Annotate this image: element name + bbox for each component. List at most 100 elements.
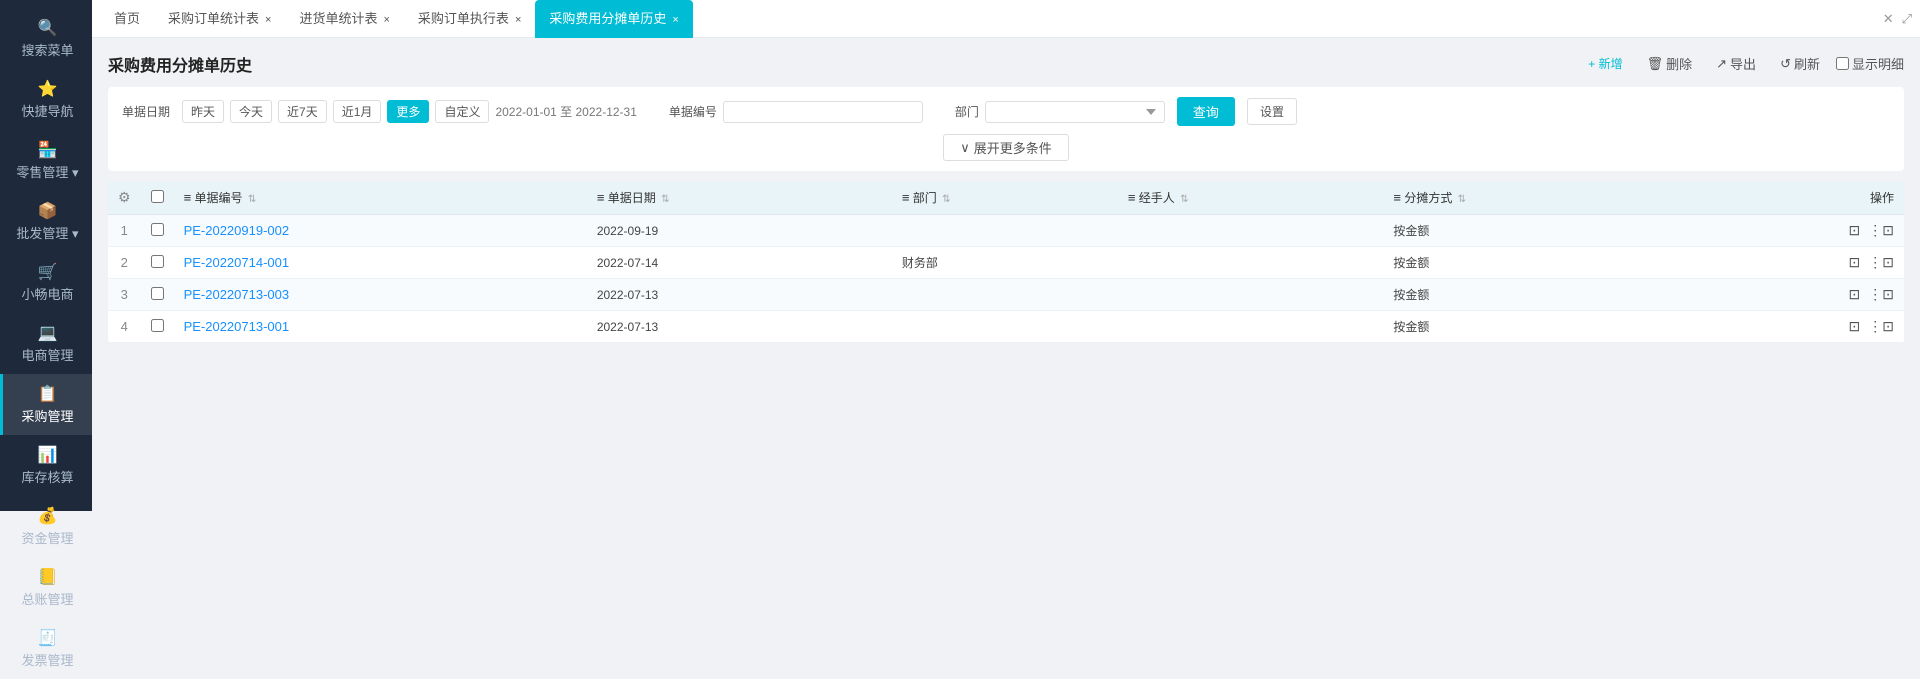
query-button[interactable]: 查询 xyxy=(1177,97,1235,126)
bill-date-1: 2022-07-14 xyxy=(587,247,892,279)
gear-icon[interactable]: ⚙ xyxy=(118,189,131,205)
quick-date-yesterday[interactable]: 昨天 xyxy=(182,100,224,123)
show-cols-toggle[interactable]: 显示明细 xyxy=(1836,54,1904,73)
quick-date-last7[interactable]: 近7天 xyxy=(278,100,327,123)
row-checkbox-0[interactable] xyxy=(151,223,164,236)
split-method-3: 按金额 xyxy=(1383,311,1688,343)
sort-bill-no-icon: ⇅ xyxy=(248,194,256,205)
table-header: ⚙ ≡ 单据编号 ⇅ ≡ 单据日期 ⇅ xyxy=(108,181,1904,215)
row-checkbox-1[interactable] xyxy=(151,255,164,268)
header-row: ⚙ ≡ 单据编号 ⇅ ≡ 单据日期 ⇅ xyxy=(108,181,1904,215)
tab-purchase-fee-history[interactable]: 采购费用分摊单历史 × xyxy=(535,0,692,38)
export-icon: ↗ xyxy=(1716,56,1727,72)
show-cols-checkbox[interactable] xyxy=(1836,57,1849,70)
delete-icon: 🗑 xyxy=(1647,56,1664,72)
table-row: 1 PE-20220919-002 2022-09-19 按金额 ⊡ ⋮⊡ xyxy=(108,215,1904,247)
quick-date-more[interactable]: 更多 xyxy=(387,100,429,123)
purchase-icon: 📋 xyxy=(7,384,88,404)
sidebar-item-ecommerce[interactable]: 💻电商管理 xyxy=(0,313,92,374)
split-method-2: 按金额 xyxy=(1383,279,1688,311)
handler-3 xyxy=(1118,311,1384,343)
view-icon-2[interactable]: ⊡ xyxy=(1849,286,1861,303)
table-body: 1 PE-20220919-002 2022-09-19 按金额 ⊡ ⋮⊡ 2 xyxy=(108,215,1904,343)
data-table-wrapper: ⚙ ≡ 单据编号 ⇅ ≡ 单据日期 ⇅ xyxy=(108,181,1904,343)
more-icon-1[interactable]: ⋮⊡ xyxy=(1868,254,1894,271)
data-table: ⚙ ≡ 单据编号 ⇅ ≡ 单据日期 ⇅ xyxy=(108,181,1904,343)
sidebar-item-ledger[interactable]: 📒总账管理 xyxy=(0,557,92,618)
row-num-2: 3 xyxy=(108,279,141,311)
action-icons-3: ⊡ ⋮⊡ xyxy=(1698,318,1894,335)
tab-purchase-summary[interactable]: 采购订单统计表× xyxy=(154,0,285,38)
view-icon-1[interactable]: ⊡ xyxy=(1849,254,1861,271)
tab-close-purchase-exec[interactable]: × xyxy=(515,14,521,26)
sidebar-item-quick-nav[interactable]: ⭐快捷导航 xyxy=(0,69,92,130)
col-bill-date: ≡ 单据日期 ⇅ xyxy=(587,181,892,215)
tab-close-all-icon[interactable]: ✕ xyxy=(1883,11,1894,27)
sidebar-item-finance[interactable]: 💰资金管理 xyxy=(0,496,92,557)
col-action: 操作 xyxy=(1688,181,1904,215)
tab-label-purchase-fee-history: 采购费用分摊单历史 xyxy=(549,11,666,26)
sidebar-item-retail[interactable]: 🏪零售管理 ▾ xyxy=(0,130,92,191)
ecommerce-icon: 💻 xyxy=(7,323,88,343)
row-checkbox-3[interactable] xyxy=(151,319,164,332)
sidebar: 🔍搜索菜单⭐快捷导航🏪零售管理 ▾📦批发管理 ▾🛒小畅电商💻电商管理📋采购管理📊… xyxy=(0,0,92,511)
view-icon-0[interactable]: ⊡ xyxy=(1849,222,1861,239)
row-num-1: 2 xyxy=(108,247,141,279)
refresh-button[interactable]: ↺ 刷新 xyxy=(1772,50,1828,77)
tab-close-inbound-summary[interactable]: × xyxy=(383,14,389,26)
bill-date-2: 2022-07-13 xyxy=(587,279,892,311)
dept-1: 财务部 xyxy=(892,247,1118,279)
select-all-checkbox[interactable] xyxy=(151,190,164,203)
sidebar-item-inventory[interactable]: 📊库存核算 xyxy=(0,435,92,496)
export-button[interactable]: ↗ 导出 xyxy=(1708,50,1764,77)
sidebar-item-mini-shop[interactable]: 🛒小畅电商 xyxy=(0,252,92,313)
sort-bill-date-icon: ⇅ xyxy=(661,194,669,205)
bill-no-link-3[interactable]: PE-20220713-001 xyxy=(184,319,290,334)
more-icon-0[interactable]: ⋮⊡ xyxy=(1868,222,1894,239)
tab-close-purchase-summary[interactable]: × xyxy=(265,14,271,26)
tab-purchase-exec[interactable]: 采购订单执行表 × xyxy=(404,0,535,38)
col-handler: ≡ 经手人 ⇅ xyxy=(1118,181,1384,215)
view-icon-3[interactable]: ⊡ xyxy=(1849,318,1861,335)
expand-more-button[interactable]: ∨ 展开更多条件 xyxy=(943,134,1069,161)
dept-label: 部门 xyxy=(955,103,979,120)
action-icons-1: ⊡ ⋮⊡ xyxy=(1698,254,1894,271)
tab-expand-icon[interactable]: ⤢ xyxy=(1902,11,1912,27)
quick-date-today[interactable]: 今天 xyxy=(230,100,272,123)
more-icon-3[interactable]: ⋮⊡ xyxy=(1868,318,1894,335)
quick-nav-icon: ⭐ xyxy=(7,79,88,99)
bill-no-input[interactable] xyxy=(723,101,923,123)
retail-icon: 🏪 xyxy=(7,140,88,160)
sidebar-item-invoice[interactable]: 🧾发票管理 xyxy=(0,618,92,679)
split-method-0: 按金额 xyxy=(1383,215,1688,247)
tab-home[interactable]: 首页 xyxy=(100,0,154,38)
quick-date-last1m[interactable]: 近1月 xyxy=(333,100,382,123)
bill-no-link-0[interactable]: PE-20220919-002 xyxy=(184,223,290,238)
sidebar-item-search[interactable]: 🔍搜索菜单 xyxy=(0,8,92,69)
tab-label-purchase-exec: 采购订单执行表 xyxy=(418,11,509,26)
expand-more-row: ∨ 展开更多条件 xyxy=(122,134,1890,161)
bill-no-group: 单据编号 xyxy=(669,101,923,123)
sort-dept-icon: ⇅ xyxy=(942,194,950,205)
settings-button[interactable]: 设置 xyxy=(1247,98,1297,125)
sidebar-item-wholesale[interactable]: 📦批发管理 ▾ xyxy=(0,191,92,252)
bill-date-3: 2022-07-13 xyxy=(587,311,892,343)
tab-label-inbound-summary: 进货单统计表 xyxy=(299,11,377,26)
more-icon-2[interactable]: ⋮⊡ xyxy=(1868,286,1894,303)
row-checkbox-2[interactable] xyxy=(151,287,164,300)
wholesale-icon: 📦 xyxy=(7,201,88,221)
dept-select[interactable] xyxy=(985,101,1165,123)
sort-handler-icon: ⇅ xyxy=(1180,194,1188,205)
tab-close-purchase-fee-history[interactable]: × xyxy=(672,14,678,26)
content-area: 采购费用分摊单历史 + 新增 🗑 删除 ↗ 导出 ↺ 刷新 显示明细 xyxy=(92,38,1920,511)
bill-date-0: 2022-09-19 xyxy=(587,215,892,247)
tab-inbound-summary[interactable]: 进货单统计表 × xyxy=(285,0,403,38)
bill-no-link-2[interactable]: PE-20220713-003 xyxy=(184,287,290,302)
quick-date-custom[interactable]: 自定义 xyxy=(435,100,489,123)
delete-button[interactable]: 🗑 删除 xyxy=(1639,50,1701,77)
bill-no-link-1[interactable]: PE-20220714-001 xyxy=(184,255,290,270)
add-button[interactable]: + 新增 xyxy=(1580,51,1630,76)
sidebar-item-purchase[interactable]: 📋采购管理 xyxy=(0,374,92,435)
action-icons-2: ⊡ ⋮⊡ xyxy=(1698,286,1894,303)
col-dept: ≡ 部门 ⇅ xyxy=(892,181,1118,215)
